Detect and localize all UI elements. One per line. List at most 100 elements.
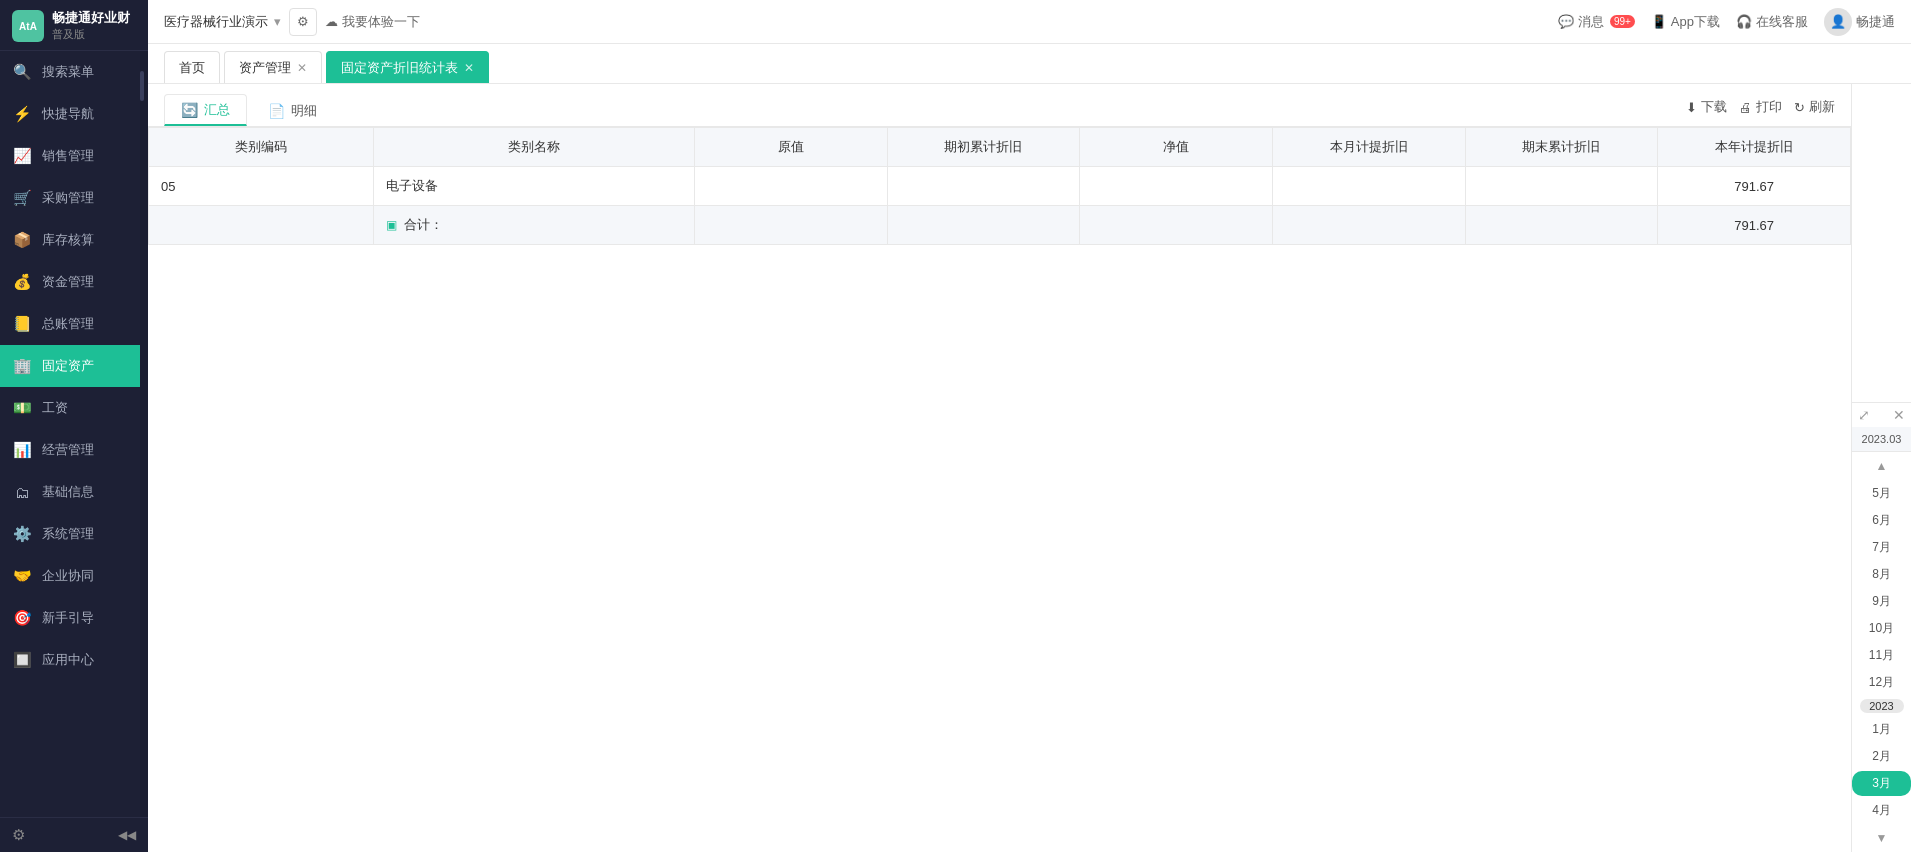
tab-home[interactable]: 首页 xyxy=(164,51,220,83)
sidebar-item-operations[interactable]: 📊 经营管理 xyxy=(0,429,148,471)
next-nav-button[interactable]: ▼ xyxy=(1872,828,1892,848)
sub-tabs: 🔄 汇总 📄 明细 xyxy=(164,94,334,126)
cell-monthly-0 xyxy=(1272,167,1465,206)
sidebar-collapse-icon[interactable]: ◀◀ xyxy=(118,828,136,842)
dropdown-icon[interactable]: ▾ xyxy=(274,14,281,29)
fixedasset-icon: 🏢 xyxy=(12,356,32,376)
date-panel-header: 2023.03 xyxy=(1852,427,1911,452)
col-header-net: 净值 xyxy=(1080,128,1273,167)
sidebar-label-payroll: 工资 xyxy=(42,399,68,417)
cell-net-0 xyxy=(1080,167,1273,206)
cell-period-accum-0 xyxy=(887,167,1080,206)
month-item-4[interactable]: 4月 xyxy=(1852,798,1911,823)
prev-nav-row: ▲ xyxy=(1852,452,1911,480)
company-name: 医疗器械行业演示 xyxy=(164,13,268,31)
sidebar-item-baseinfo[interactable]: 🗂 基础信息 xyxy=(0,471,148,513)
experience-button[interactable]: ☁ 我要体验一下 xyxy=(325,13,420,31)
user-name: 畅捷通 xyxy=(1856,13,1895,31)
sidebar-label-operations: 经营管理 xyxy=(42,441,94,459)
tab-asset-mgmt[interactable]: 资产管理 ✕ xyxy=(224,51,322,83)
quicknav-icon: ⚡ xyxy=(12,104,32,124)
main-area: 医疗器械行业演示 ▾ ⚙ ☁ 我要体验一下 💬 消息 99+ 📱 xyxy=(148,0,1911,852)
app-download-button[interactable]: 📱 App下载 xyxy=(1651,13,1720,31)
sidebar-item-ledger[interactable]: 📒 总账管理 xyxy=(0,303,148,345)
month-item-11[interactable]: 11月 xyxy=(1852,643,1911,668)
cell-name-0: 电子设备 xyxy=(373,167,694,206)
sidebar-menu: 🔍 搜索菜单 ⚡ 快捷导航 📈 销售管理 🛒 采购管理 xyxy=(0,51,148,817)
tab-asset-mgmt-close[interactable]: ✕ xyxy=(297,61,307,75)
sidebar-item-fixedasset[interactable]: 🏢 固定资产 xyxy=(0,345,148,387)
sidebar-item-sales[interactable]: 📈 销售管理 xyxy=(0,135,148,177)
online-service-label: 在线客服 xyxy=(1756,13,1808,31)
panel-close-button[interactable]: ✕ xyxy=(1893,407,1905,423)
sidebar-label-appcenter: 应用中心 xyxy=(42,651,94,669)
month-item-3[interactable]: 3月 xyxy=(1852,771,1911,796)
col-header-end-accum: 期末累计折旧 xyxy=(1465,128,1658,167)
print-button[interactable]: 🖨 打印 xyxy=(1739,98,1782,116)
year-badge: 2023 xyxy=(1860,699,1904,713)
cell-code-0: 05 xyxy=(149,167,374,206)
print-icon: 🖨 xyxy=(1739,100,1752,115)
download-button[interactable]: ⬇ 下载 xyxy=(1686,98,1727,116)
next-nav-row: ▼ xyxy=(1852,824,1911,852)
sidebar-item-purchase[interactable]: 🛒 采购管理 xyxy=(0,177,148,219)
sidebar-item-quicknav[interactable]: ⚡ 快捷导航 xyxy=(0,93,148,135)
summary-original-cell xyxy=(694,206,887,245)
company-selector[interactable]: 医疗器械行业演示 ▾ xyxy=(164,13,281,31)
month-item-5[interactable]: 5月 xyxy=(1852,481,1911,506)
message-button[interactable]: 💬 消息 99+ xyxy=(1558,13,1635,31)
newguide-icon: 🎯 xyxy=(12,608,32,628)
sidebar-item-search[interactable]: 🔍 搜索菜单 xyxy=(0,51,148,93)
sub-tab-summary[interactable]: 🔄 汇总 xyxy=(164,94,247,126)
summary-tab-icon: 🔄 xyxy=(181,102,198,118)
month-item-8[interactable]: 8月 xyxy=(1852,562,1911,587)
tab-home-label: 首页 xyxy=(179,59,205,77)
sidebar-item-enterprise[interactable]: 🤝 企业协同 xyxy=(0,555,148,597)
month-item-12[interactable]: 12月 xyxy=(1852,670,1911,695)
enterprise-icon: 🤝 xyxy=(12,566,32,586)
sidebar-item-finance[interactable]: 💰 资金管理 xyxy=(0,261,148,303)
sidebar-label-finance: 资金管理 xyxy=(42,273,94,291)
prev-nav-button[interactable]: ▲ xyxy=(1872,456,1892,476)
settings-icon: ⚙ xyxy=(297,14,309,29)
topbar: 医疗器械行业演示 ▾ ⚙ ☁ 我要体验一下 💬 消息 99+ 📱 xyxy=(148,0,1911,44)
logo-icon: AtA xyxy=(12,10,44,42)
detail-tab-icon: 📄 xyxy=(268,103,285,119)
sidebar-item-inventory[interactable]: 📦 库存核算 xyxy=(0,219,148,261)
user-menu[interactable]: 👤 畅捷通 xyxy=(1824,8,1895,36)
refresh-label: 刷新 xyxy=(1809,98,1835,116)
message-label: 消息 xyxy=(1578,13,1604,31)
sidebar-item-appcenter[interactable]: 🔲 应用中心 xyxy=(0,639,148,681)
sidebar-item-newguide[interactable]: 🎯 新手引导 xyxy=(0,597,148,639)
month-item-10[interactable]: 10月 xyxy=(1852,616,1911,641)
online-service-button[interactable]: 🎧 在线客服 xyxy=(1736,13,1808,31)
content-area: 🔄 汇总 📄 明细 ⬇ 下载 xyxy=(148,84,1911,852)
sales-icon: 📈 xyxy=(12,146,32,166)
sidebar-label-sales: 销售管理 xyxy=(42,147,94,165)
summary-label-cell: ▣ 合计： xyxy=(373,206,694,245)
finance-icon: 💰 xyxy=(12,272,32,292)
month-item-7[interactable]: 7月 xyxy=(1852,535,1911,560)
panel-expand-button[interactable]: ⤢ xyxy=(1858,407,1870,423)
month-item-1[interactable]: 1月 xyxy=(1852,717,1911,742)
refresh-button[interactable]: ↻ 刷新 xyxy=(1794,98,1835,116)
sidebar-label-inventory: 库存核算 xyxy=(42,231,94,249)
month-item-9[interactable]: 9月 xyxy=(1852,589,1911,614)
baseinfo-icon: 🗂 xyxy=(12,482,32,502)
app-download-icon: 📱 xyxy=(1651,14,1667,29)
month-item-6[interactable]: 6月 xyxy=(1852,508,1911,533)
month-item-2[interactable]: 2月 xyxy=(1852,744,1911,769)
topbar-settings-button[interactable]: ⚙ xyxy=(289,8,317,36)
sidebar-item-payroll[interactable]: 💵 工资 xyxy=(0,387,148,429)
sidebar-settings-icon[interactable]: ⚙ xyxy=(12,826,25,844)
tab-bar: 首页 资产管理 ✕ 固定资产折旧统计表 ✕ xyxy=(148,44,1911,84)
sidebar-item-system[interactable]: ⚙️ 系统管理 xyxy=(0,513,148,555)
tab-depreciation-report[interactable]: 固定资产折旧统计表 ✕ xyxy=(326,51,489,83)
summary-net-cell xyxy=(1080,206,1273,245)
sub-tab-detail[interactable]: 📄 明细 xyxy=(251,94,334,126)
col-header-monthly: 本月计提折旧 xyxy=(1272,128,1465,167)
sub-tab-actions: ⬇ 下载 🖨 打印 ↻ 刷新 xyxy=(1686,98,1835,122)
sidebar-label-baseinfo: 基础信息 xyxy=(42,483,94,501)
cell-original-0 xyxy=(694,167,887,206)
tab-depreciation-close[interactable]: ✕ xyxy=(464,61,474,75)
